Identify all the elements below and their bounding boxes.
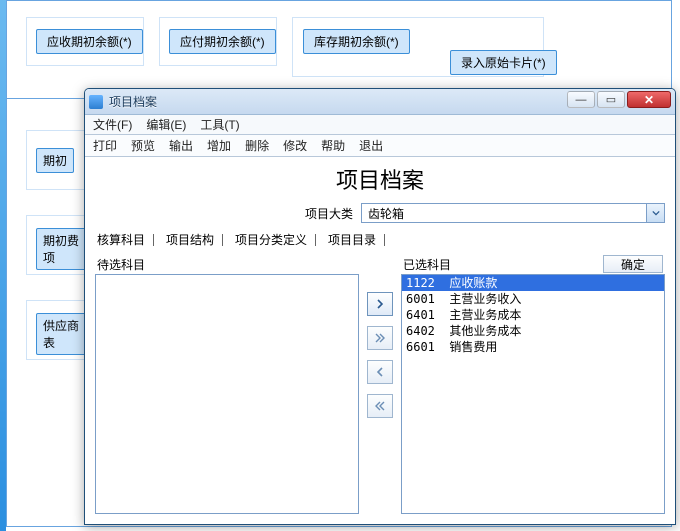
bg-btn-left-c[interactable]: 供应商 表 — [36, 313, 86, 355]
tool-export[interactable]: 输出 — [169, 137, 193, 154]
maximize-icon: ▭ — [606, 93, 616, 106]
app-icon — [89, 95, 103, 109]
list-item[interactable]: 6401 主营业务成本 — [402, 307, 664, 323]
section-accounts[interactable]: 核算科目 — [95, 231, 147, 248]
close-button[interactable]: ✕ — [627, 91, 671, 108]
menu-edit[interactable]: 编辑(E) — [146, 116, 186, 133]
list-item[interactable]: 1122 应收账款 — [402, 275, 664, 291]
tool-print[interactable]: 打印 — [93, 137, 117, 154]
list-item[interactable]: 6001 主营业务收入 — [402, 291, 664, 307]
category-value: 齿轮箱 — [362, 205, 646, 222]
section-classdef[interactable]: 项目分类定义 — [233, 231, 309, 248]
right-listbox[interactable]: 1122 应收账款6001 主营业务收入6401 主营业务成本6402 其他业务… — [401, 274, 665, 514]
tool-preview[interactable]: 预览 — [131, 137, 155, 154]
bg-btn-recv-open[interactable]: 应收期初余额(*) — [36, 29, 143, 54]
list-item[interactable]: 6601 销售费用 — [402, 339, 664, 355]
category-combo[interactable]: 齿轮箱 — [361, 203, 665, 223]
toolbar: 打印 预览 输出 增加 删除 修改 帮助 退出 — [85, 135, 675, 157]
menubar: 文件(F) 编辑(E) 工具(T) — [85, 115, 675, 135]
tool-help[interactable]: 帮助 — [321, 137, 345, 154]
list-item[interactable]: 6402 其他业务成本 — [402, 323, 664, 339]
left-listbox[interactable] — [95, 274, 359, 514]
minimize-button[interactable]: — — [567, 91, 595, 108]
menu-file[interactable]: 文件(F) — [93, 116, 132, 133]
right-column: 已选科目 确定 1122 应收账款6001 主营业务收入6401 主营业务成本6… — [401, 254, 665, 514]
page-heading: 项目档案 — [95, 163, 665, 195]
dialog-window: 项目档案 — ▭ ✕ 文件(F) 编辑(E) 工具(T) 打印 预览 输出 增加… — [84, 88, 676, 525]
maximize-button[interactable]: ▭ — [597, 91, 625, 108]
section-structure[interactable]: 项目结构 — [164, 231, 216, 248]
menu-tools[interactable]: 工具(T) — [200, 116, 239, 133]
move-left-button[interactable] — [367, 360, 393, 384]
window-title: 项目档案 — [109, 93, 157, 110]
minimize-icon: — — [576, 94, 587, 106]
move-right-button[interactable] — [367, 292, 393, 316]
close-icon: ✕ — [644, 93, 654, 107]
tool-delete[interactable]: 删除 — [245, 137, 269, 154]
bg-btn-stock-open[interactable]: 库存期初余额(*) — [303, 29, 410, 54]
bg-btn-orig-card[interactable]: 录入原始卡片(*) — [450, 50, 557, 75]
left-list-label: 待选科目 — [97, 256, 145, 273]
titlebar[interactable]: 项目档案 — ▭ ✕ — [85, 89, 675, 115]
tool-modify[interactable]: 修改 — [283, 137, 307, 154]
category-label: 项目大类 — [95, 205, 353, 222]
left-column: 待选科目 — [95, 254, 359, 514]
bg-btn-pay-open[interactable]: 应付期初余额(*) — [169, 29, 276, 54]
move-all-left-button[interactable] — [367, 394, 393, 418]
section-links: 核算科目 项目结构 项目分类定义 项目目录 — [95, 231, 665, 248]
tool-exit[interactable]: 退出 — [359, 137, 383, 154]
transfer-buttons — [363, 254, 397, 514]
ok-button[interactable]: 确定 — [603, 255, 663, 273]
section-catalog[interactable]: 项目目录 — [326, 231, 378, 248]
chevron-down-icon[interactable] — [646, 204, 664, 222]
bg-btn-left-b[interactable]: 期初费 项 — [36, 228, 86, 270]
move-all-right-button[interactable] — [367, 326, 393, 350]
right-list-label: 已选科目 — [403, 256, 451, 273]
bg-btn-left-a[interactable]: 期初 — [36, 148, 74, 173]
tool-add[interactable]: 增加 — [207, 137, 231, 154]
